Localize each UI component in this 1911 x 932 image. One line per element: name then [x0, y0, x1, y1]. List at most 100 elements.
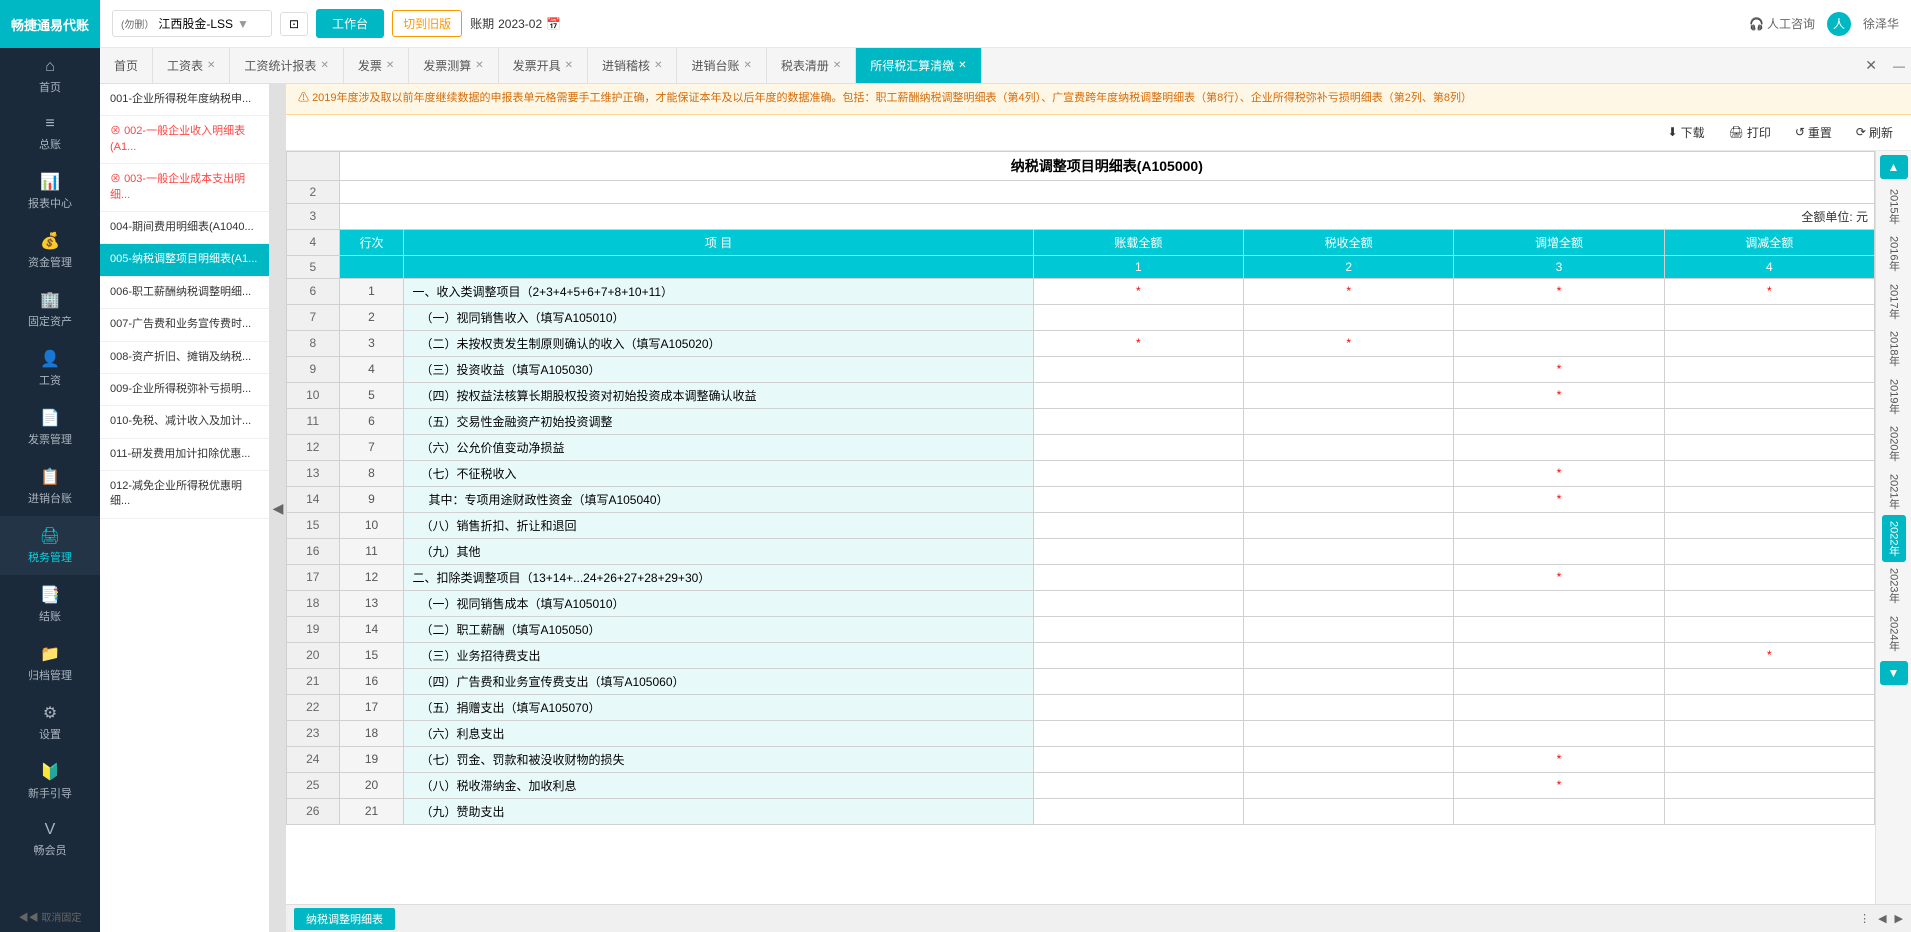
- data-cell[interactable]: [1244, 720, 1454, 746]
- data-cell[interactable]: *: [1454, 746, 1664, 772]
- data-cell[interactable]: [1244, 382, 1454, 408]
- data-cell[interactable]: [1033, 642, 1243, 668]
- data-cell[interactable]: [1664, 746, 1874, 772]
- left-panel-item-credit[interactable]: 009-企业所得税弥补亏损明...: [100, 374, 269, 406]
- tab-purchase-reduce-close[interactable]: ✕: [654, 60, 662, 71]
- sidebar-item-asset[interactable]: 💰 资金管理: [0, 221, 100, 280]
- data-cell[interactable]: [1664, 330, 1874, 356]
- tab-home[interactable]: 首页: [100, 48, 153, 84]
- data-cell[interactable]: [1664, 460, 1874, 486]
- left-panel-item-asset-depr[interactable]: 008-资产折旧、摊销及纳税...: [100, 342, 269, 374]
- close-all-tabs-button[interactable]: ✕: [1855, 57, 1887, 74]
- year-item-2018[interactable]: 2018年: [1882, 325, 1906, 372]
- data-cell[interactable]: *: [1454, 278, 1664, 304]
- data-cell[interactable]: *: [1454, 382, 1664, 408]
- data-cell[interactable]: [1033, 538, 1243, 564]
- data-cell[interactable]: [1454, 616, 1664, 642]
- data-cell[interactable]: [1033, 434, 1243, 460]
- data-cell[interactable]: [1033, 486, 1243, 512]
- tab-invoice[interactable]: 发票 ✕: [344, 48, 409, 84]
- print-button[interactable]: 🖨 打印: [1723, 121, 1777, 144]
- data-cell[interactable]: [1664, 538, 1874, 564]
- data-cell[interactable]: [1033, 616, 1243, 642]
- year-item-2016[interactable]: 2016年: [1882, 230, 1906, 277]
- tab-tax-calc-close[interactable]: ✕: [958, 60, 966, 71]
- old-version-button[interactable]: 切到旧版: [392, 10, 462, 37]
- sidebar-item-purchase[interactable]: 📋 进销台账: [0, 457, 100, 516]
- left-panel-item-small[interactable]: 012-减免企业所得税优惠明细...: [100, 471, 269, 519]
- year-scroll-down[interactable]: ▼: [1880, 661, 1908, 685]
- data-cell[interactable]: [1664, 512, 1874, 538]
- data-cell[interactable]: [1664, 772, 1874, 798]
- left-panel-item-rd[interactable]: 011-研发费用加计扣除优惠...: [100, 439, 269, 471]
- data-cell[interactable]: *: [1664, 642, 1874, 668]
- data-cell[interactable]: [1033, 356, 1243, 382]
- data-cell[interactable]: [1244, 512, 1454, 538]
- data-cell[interactable]: [1244, 590, 1454, 616]
- calendar-icon[interactable]: 📅: [546, 17, 561, 31]
- data-cell[interactable]: [1664, 486, 1874, 512]
- year-item-2022[interactable]: 2022年: [1882, 515, 1906, 562]
- company-selector[interactable]: (勿删） 江西股金-LSS ▼: [112, 10, 272, 37]
- tab-payroll[interactable]: 工资表 ✕: [153, 48, 230, 84]
- data-cell[interactable]: *: [1454, 564, 1664, 590]
- sidebar-item-settings[interactable]: ⚙ 设置: [0, 693, 100, 752]
- data-cell[interactable]: [1454, 408, 1664, 434]
- sidebar-item-ledger[interactable]: ≡ 总账: [0, 105, 100, 162]
- year-item-2015[interactable]: 2015年: [1882, 183, 1906, 230]
- left-panel-item-income[interactable]: ⊗ 002-一般企业收入明细表(A1...: [100, 116, 269, 164]
- data-cell[interactable]: *: [1664, 278, 1874, 304]
- data-cell[interactable]: [1033, 408, 1243, 434]
- data-cell[interactable]: [1033, 460, 1243, 486]
- year-item-2021[interactable]: 2021年: [1882, 468, 1906, 515]
- tab-tax-calc[interactable]: 所得税汇算清缴 ✕: [856, 48, 981, 84]
- data-cell[interactable]: [1664, 668, 1874, 694]
- bottom-scroll-right[interactable]: ▶: [1895, 912, 1903, 925]
- data-cell[interactable]: *: [1033, 278, 1243, 304]
- data-cell[interactable]: [1454, 434, 1664, 460]
- data-cell[interactable]: [1244, 642, 1454, 668]
- tab-invoice-calc[interactable]: 发票测算 ✕: [409, 48, 498, 84]
- data-cell[interactable]: [1454, 512, 1664, 538]
- sidebar-item-home[interactable]: ⌂ 首页: [0, 48, 100, 105]
- year-item-2024[interactable]: 2024年: [1882, 610, 1906, 657]
- year-item-2017[interactable]: 2017年: [1882, 278, 1906, 325]
- data-cell[interactable]: *: [1454, 460, 1664, 486]
- data-cell[interactable]: [1244, 460, 1454, 486]
- data-cell[interactable]: [1033, 772, 1243, 798]
- year-item-2023[interactable]: 2023年: [1882, 562, 1906, 609]
- year-item-2019[interactable]: 2019年: [1882, 373, 1906, 420]
- data-cell[interactable]: [1244, 408, 1454, 434]
- data-cell[interactable]: [1033, 512, 1243, 538]
- data-cell[interactable]: [1033, 382, 1243, 408]
- tab-tax-clear-close[interactable]: ✕: [833, 60, 841, 71]
- tab-tax-clear[interactable]: 税表清册 ✕: [767, 48, 856, 84]
- data-cell[interactable]: [1033, 746, 1243, 772]
- collapse-panel-button[interactable]: ◀: [270, 84, 286, 932]
- data-cell[interactable]: [1454, 642, 1664, 668]
- data-cell[interactable]: [1244, 798, 1454, 824]
- unpin-button[interactable]: ◀◀ 取消固定: [0, 901, 100, 932]
- sidebar-item-fixed-asset[interactable]: 🏢 固定资产: [0, 280, 100, 339]
- data-cell[interactable]: [1244, 616, 1454, 642]
- data-cell[interactable]: [1244, 538, 1454, 564]
- copy-button[interactable]: ⊡: [280, 12, 308, 36]
- data-cell[interactable]: [1033, 720, 1243, 746]
- data-cell[interactable]: [1664, 616, 1874, 642]
- data-cell[interactable]: [1033, 590, 1243, 616]
- tab-purchase-ledger-close[interactable]: ✕: [743, 60, 751, 71]
- data-cell[interactable]: [1664, 304, 1874, 330]
- tab-invoice-open[interactable]: 发票开具 ✕: [499, 48, 588, 84]
- bottom-scroll-left[interactable]: ◀: [1878, 912, 1886, 925]
- data-cell[interactable]: [1033, 304, 1243, 330]
- data-cell[interactable]: [1244, 356, 1454, 382]
- left-panel-item-period[interactable]: 004-期间费用明细表(A1040...: [100, 212, 269, 244]
- year-item-2020[interactable]: 2020年: [1882, 420, 1906, 467]
- data-cell[interactable]: *: [1244, 330, 1454, 356]
- data-cell[interactable]: [1244, 668, 1454, 694]
- tab-invoice-open-close[interactable]: ✕: [565, 60, 573, 71]
- data-cell[interactable]: [1033, 668, 1243, 694]
- assistant-button[interactable]: 🎧 人工咨询: [1749, 15, 1815, 32]
- left-panel-item-ad[interactable]: 007-广告费和业务宣传费时...: [100, 309, 269, 341]
- data-cell[interactable]: *: [1033, 330, 1243, 356]
